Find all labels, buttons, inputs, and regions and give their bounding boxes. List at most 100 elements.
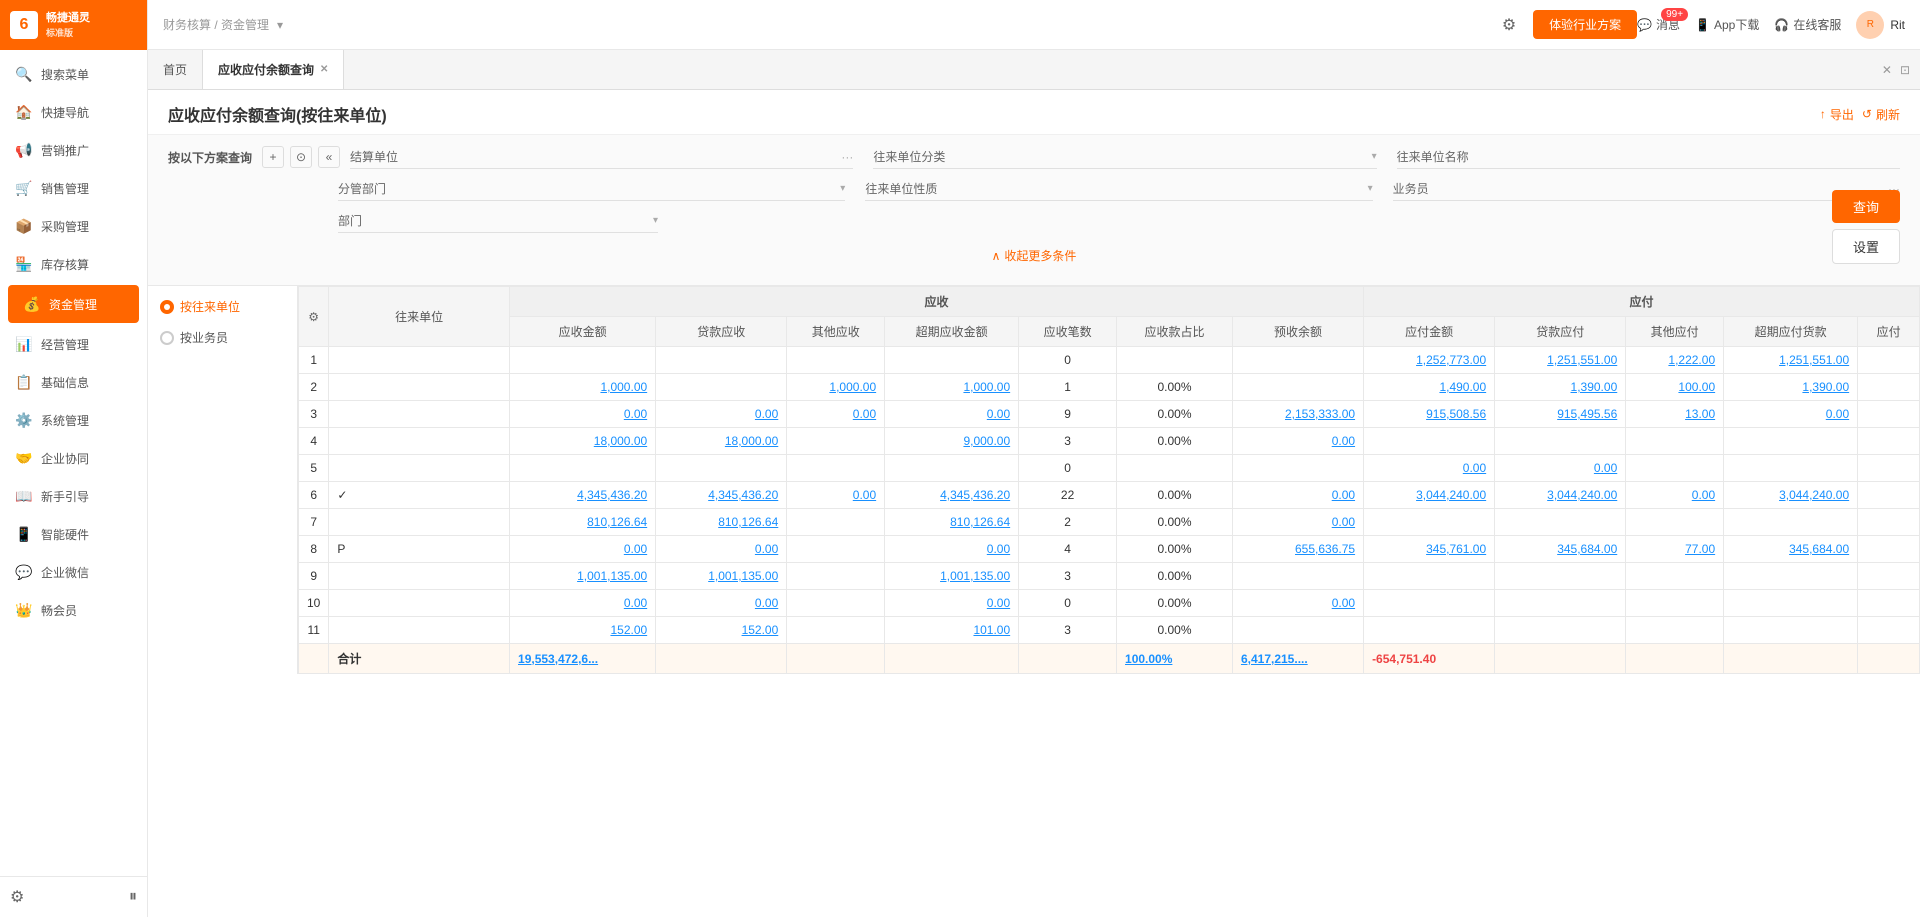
table-cell[interactable] [1495,617,1626,644]
settlement-unit-dots[interactable]: ··· [841,150,853,164]
table-cell[interactable]: 0.00 [787,482,885,509]
table-cell[interactable]: 1,251,551.00 [1724,347,1858,374]
table-cell[interactable]: 345,684.00 [1724,536,1858,563]
header-gear-icon[interactable]: ⚙ [1495,11,1523,39]
table-cell[interactable]: 0.00 [885,401,1019,428]
table-cell[interactable] [1626,455,1724,482]
sidebar-item-basic[interactable]: 📋 基础信息 [0,363,147,401]
filter-by-salesperson[interactable]: 按业务员 [148,322,297,353]
table-cell[interactable] [1724,590,1858,617]
query-button[interactable]: 查询 [1832,190,1900,223]
table-cell[interactable] [787,347,885,374]
collapse-scheme-btn[interactable]: « [318,146,340,168]
table-cell[interactable]: 101.00 [885,617,1019,644]
table-cell[interactable] [787,536,885,563]
filter-by-partner[interactable]: 按往来单位 [148,291,297,322]
table-cell[interactable] [1232,455,1363,482]
table-cell[interactable]: 810,126.64 [510,509,656,536]
table-cell[interactable]: 3,044,240.00 [1364,482,1495,509]
settings-scheme-btn[interactable]: ⊙ [290,146,312,168]
collapse-more-button[interactable]: ∧ 收起更多条件 [986,241,1083,270]
sidebar-item-marketing[interactable]: 📢 营销推广 [0,131,147,169]
table-cell[interactable]: 100.00 [1626,374,1724,401]
table-cell[interactable]: 1,222.00 [1626,347,1724,374]
table-cell[interactable] [1232,617,1363,644]
table-cell[interactable]: 152.00 [656,617,787,644]
table-cell[interactable] [787,509,885,536]
table-cell[interactable] [656,347,787,374]
table-cell[interactable]: 2,153,333.00 [1232,401,1363,428]
table-cell[interactable]: 915,508.56 [1364,401,1495,428]
footer-prepay[interactable]: 6,417,215.... [1232,644,1363,674]
table-cell[interactable]: 1,252,773.00 [1364,347,1495,374]
sidebar-settings-icon[interactable]: ⚙ [10,887,24,907]
table-cell[interactable]: 345,761.00 [1364,536,1495,563]
table-cell[interactable] [1232,347,1363,374]
table-cell[interactable]: 655,636.75 [1232,536,1363,563]
export-button[interactable]: ↑ 导出 [1820,106,1854,123]
table-cell[interactable] [787,590,885,617]
table-cell[interactable]: 0.00 [1232,590,1363,617]
table-cell[interactable]: 0.00 [1626,482,1724,509]
table-cell[interactable] [1232,563,1363,590]
sidebar-item-member[interactable]: 👑 畅会员 [0,591,147,629]
table-cell[interactable]: 0.00 [510,401,656,428]
table-cell[interactable]: 152.00 [510,617,656,644]
table-cell[interactable]: 18,000.00 [510,428,656,455]
table-cell[interactable]: 0.00 [1724,401,1858,428]
table-cell[interactable] [885,347,1019,374]
table-cell[interactable] [1364,509,1495,536]
tab-home[interactable]: 首页 [148,50,203,89]
table-cell[interactable]: 4,345,436.20 [656,482,787,509]
sidebar-item-quick-nav[interactable]: 🏠 快捷导航 [0,93,147,131]
table-cell[interactable]: 1,001,135.00 [885,563,1019,590]
settings-button[interactable]: 设置 [1832,229,1900,264]
tab-query[interactable]: 应收应付余额查询 ✕ [203,50,344,89]
table-cell[interactable] [787,563,885,590]
refresh-button[interactable]: ↺ 刷新 [1862,106,1900,123]
settings-col-header[interactable]: ⚙ [299,287,329,347]
table-cell[interactable] [1626,563,1724,590]
table-cell[interactable] [1364,617,1495,644]
table-cell[interactable]: 810,126.64 [656,509,787,536]
table-cell[interactable]: 3,044,240.00 [1495,482,1626,509]
table-cell[interactable] [1232,374,1363,401]
sidebar-item-purchase[interactable]: 📦 采购管理 [0,207,147,245]
table-cell[interactable]: 0.00 [510,536,656,563]
table-cell[interactable] [1364,563,1495,590]
table-cell[interactable]: 1,000.00 [510,374,656,401]
table-cell[interactable] [1626,590,1724,617]
table-cell[interactable]: 18,000.00 [656,428,787,455]
table-cell[interactable]: 1,001,135.00 [656,563,787,590]
table-cell[interactable] [1626,509,1724,536]
table-cell[interactable] [787,455,885,482]
table-cell[interactable]: 1,490.00 [1364,374,1495,401]
table-cell[interactable]: 77.00 [1626,536,1724,563]
sidebar-item-operation[interactable]: 📊 经营管理 [0,325,147,363]
table-cell[interactable] [1364,590,1495,617]
tab-close-icon[interactable]: ✕ [320,64,328,75]
footer-ar-amount[interactable]: 19,553,472,6... [510,644,656,674]
table-cell[interactable]: 0.00 [1364,455,1495,482]
message-button[interactable]: 💬 消息 99+ [1637,16,1680,33]
table-cell[interactable]: 345,684.00 [1495,536,1626,563]
table-cell[interactable]: 1,000.00 [787,374,885,401]
table-cell[interactable]: 1,001,135.00 [510,563,656,590]
sidebar-item-guide[interactable]: 📖 新手引导 [0,477,147,515]
partner-category-arrow[interactable]: ▾ [1372,151,1377,162]
table-cell[interactable] [1495,509,1626,536]
sidebar-item-sales[interactable]: 🛒 销售管理 [0,169,147,207]
table-cell[interactable] [510,455,656,482]
table-cell[interactable]: 0.00 [787,401,885,428]
table-cell[interactable] [1626,617,1724,644]
table-cell[interactable] [656,455,787,482]
user-profile[interactable]: R Rit [1856,11,1905,39]
table-cell[interactable]: 3,044,240.00 [1724,482,1858,509]
table-cell[interactable] [1724,617,1858,644]
table-cell[interactable] [787,617,885,644]
table-cell[interactable] [1495,563,1626,590]
table-cell[interactable]: 0.00 [656,401,787,428]
table-cell[interactable]: 1,251,551.00 [1495,347,1626,374]
promo-button[interactable]: 体验行业方案 [1533,10,1637,39]
sidebar-item-cooperation[interactable]: 🤝 企业协同 [0,439,147,477]
